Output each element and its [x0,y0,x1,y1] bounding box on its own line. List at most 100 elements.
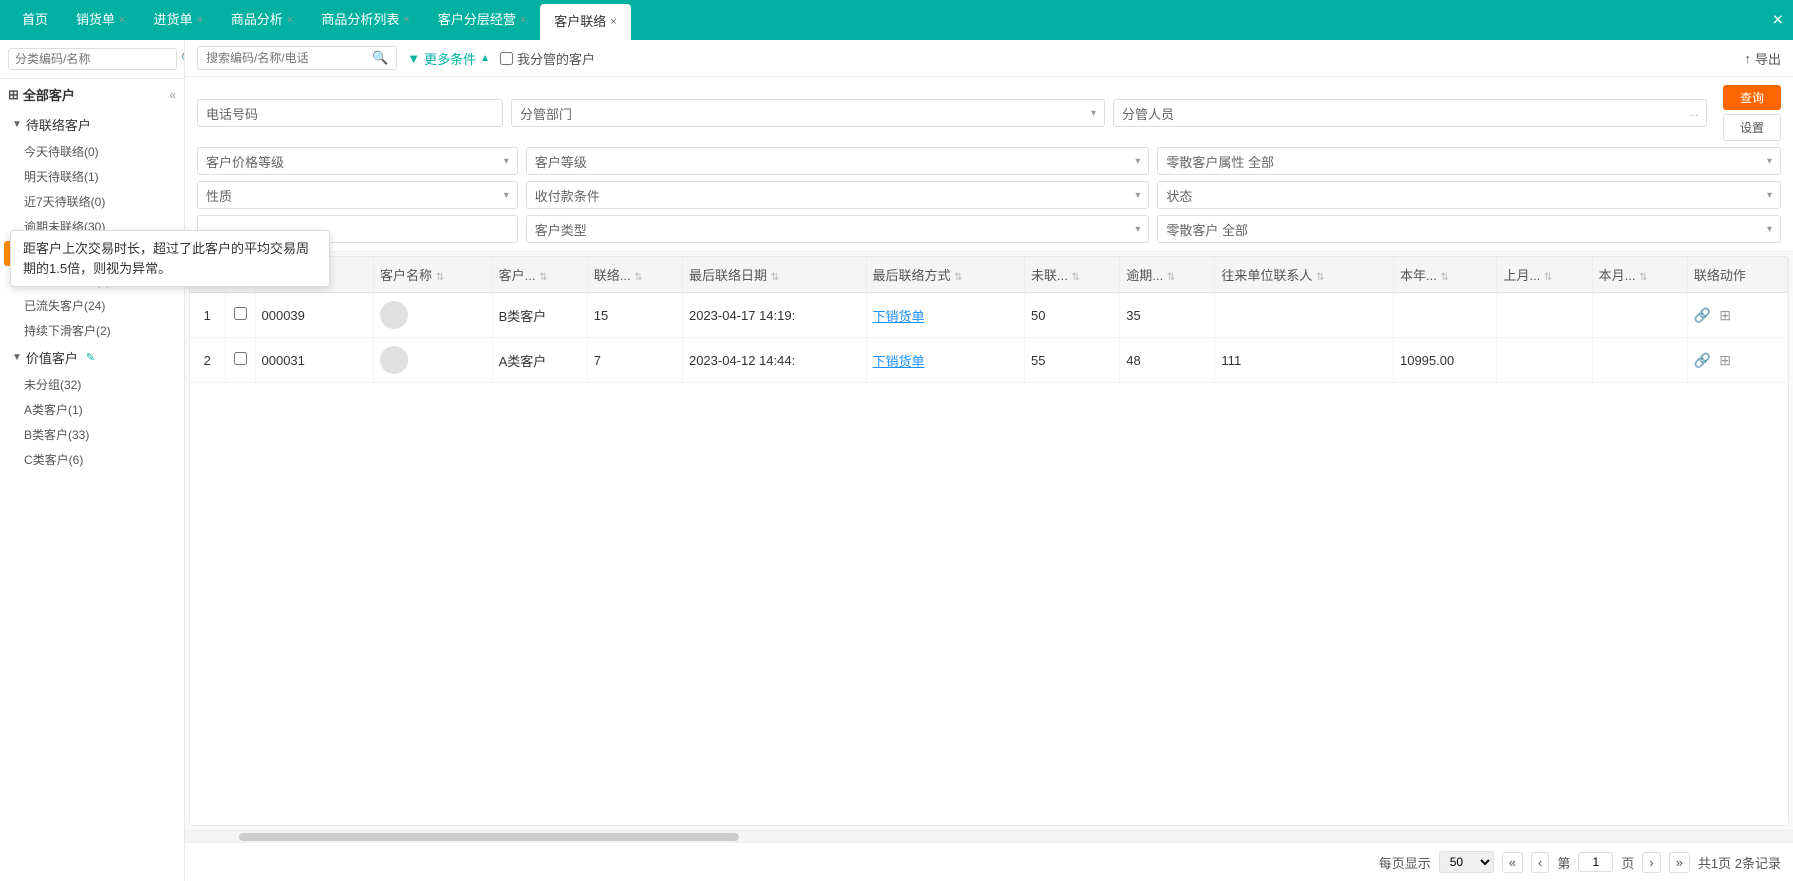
row1-grid-icon[interactable]: ⊞ [1719,307,1731,324]
sidebar-item-7days[interactable]: 近7天待联络(0) [0,189,184,214]
next-page-btn[interactable]: › [1642,852,1660,873]
sidebar-item-tomorrow[interactable]: 明天待联络(1) [0,164,184,189]
more-conditions-btn[interactable]: ▼ 更多条件 ▲ [407,49,490,68]
row2-cb[interactable] [225,338,255,383]
sidebar-item-b-class[interactable]: B类客户(33) [0,422,184,447]
nav-product-analysis-label: 商品分析 [231,0,283,40]
main-layout: 🔍 ⊞ 全部客户 « ▼ 待联络客户 今天待联络(0) 明天待联络(1) 近7天… [0,40,1793,881]
col-contact-person[interactable]: 往来单位联系人 ⇅ [1215,257,1394,293]
field-retail-attr[interactable]: 零散客户属性 全部 ▾ [1157,147,1781,175]
customer-type-label: 客户类型 [535,220,587,239]
content-area: 🔍 ▼ 更多条件 ▲ 我分管的客户 ↑ 导出 电话号码 [185,40,1793,881]
field-retail-customer[interactable]: 零散客户 全部 ▾ [1157,215,1781,243]
total-records: 共1页 2条记录 [1698,853,1781,872]
retail-attr-label: 零散客户属性 全部 [1166,152,1274,171]
export-button[interactable]: ↑ 导出 [1744,49,1781,68]
row2-checkbox[interactable] [234,352,247,365]
row1-last-date: 2023-04-17 14:19: [682,293,866,338]
sidebar-all-customers[interactable]: ⊞ 全部客户 « [0,79,184,110]
top-nav: 首页 销货单 × 进货单 × 商品分析 × 商品分析列表 × 客户分层经营 × … [0,0,1793,40]
col-this-year[interactable]: 本年... ⇅ [1393,257,1496,293]
search-icon-main[interactable]: 🔍 [372,50,388,66]
nav-home[interactable]: 首页 [8,0,62,40]
col-contact-count[interactable]: 联络... ⇅ [587,257,682,293]
sidebar-item-c-class[interactable]: C类客户(6) [0,447,184,472]
nav-customer-contact-close[interactable]: × [610,2,616,42]
field-customer-type[interactable]: 客户类型 ▾ [526,215,1150,243]
row2-avatar [380,346,408,374]
first-page-btn[interactable]: « [1502,852,1523,873]
row2-link-icon[interactable]: 🔗 [1694,352,1711,369]
col-this-month[interactable]: 本月... ⇅ [1592,257,1687,293]
row1-actions: 🔗 ⊞ [1687,293,1787,338]
search-input[interactable] [206,51,366,65]
sidebar-item-lost[interactable]: 已流失客户(24) [0,293,184,318]
col-contact-action[interactable]: 联络动作 [1687,257,1787,293]
row1-type: B类客户 [492,293,587,338]
col-customer-category[interactable]: 客户... ⇅ [492,257,587,293]
settings-button[interactable]: 设置 [1723,114,1781,141]
field-payment[interactable]: 收付款条件 ▾ [526,181,1150,209]
row1-method-link[interactable]: 下销货单 [873,309,925,324]
customer-level-arrow: ▾ [1135,156,1140,167]
nav-product-list[interactable]: 商品分析列表 × [307,0,423,40]
nav-product-analysis[interactable]: 商品分析 × [217,0,307,40]
horizontal-scrollbar[interactable] [185,830,1793,842]
retail-customer-label: 零散客户 全部 [1166,220,1248,239]
sidebar-group-pending-header[interactable]: ▼ 待联络客户 [0,110,184,139]
page-input[interactable] [1578,852,1613,872]
field-dept[interactable]: 分管部门 ▾ [511,99,1105,127]
prev-page-btn[interactable]: ‹ [1531,852,1549,873]
row1-checkbox[interactable] [234,307,247,320]
sidebar-item-ungrouped[interactable]: 未分组(32) [0,372,184,397]
row2-this-year: 10995.00 [1393,338,1496,383]
col-last-month[interactable]: 上月... ⇅ [1497,257,1592,293]
filter-icon: ▼ [407,51,420,66]
nav-purchase-order[interactable]: 进货单 × [139,0,216,40]
nav-sales-close[interactable]: × [119,0,125,40]
nav-sales-order[interactable]: 销货单 × [62,0,139,40]
my-customer-checkbox[interactable] [500,52,513,65]
export-icon: ↑ [1744,51,1751,66]
sidebar-collapse-icon[interactable]: « [169,88,176,102]
field-phone[interactable]: 电话号码 [197,99,503,127]
sidebar-search-input[interactable] [8,48,177,70]
sidebar-item-declining[interactable]: 持续下滑客户(2) [0,318,184,343]
row2-method-link[interactable]: 下销货单 [873,354,925,369]
nav-product-analysis-close[interactable]: × [287,0,293,40]
query-button[interactable]: 查询 [1723,85,1781,110]
sidebar-item-today[interactable]: 今天待联络(0) [0,139,184,164]
nature-arrow: ▾ [504,190,509,201]
sidebar-group-value-header[interactable]: ▼ 价值客户 ✎ [0,343,184,372]
field-customer-level[interactable]: 客户等级 ▾ [526,147,1150,175]
per-page-select[interactable]: 50 20 100 [1439,851,1494,873]
row1-name [374,293,493,338]
field-status[interactable]: 状态 ▾ [1157,181,1781,209]
sidebar-item-a-class[interactable]: A类客户(1) [0,397,184,422]
col-customer-name[interactable]: 客户名称 ⇅ [374,257,493,293]
row1-last-method: 下销货单 [866,293,1025,338]
row1-link-icon[interactable]: 🔗 [1694,307,1711,324]
nav-customer-tier-close[interactable]: × [520,0,526,40]
nav-product-list-close[interactable]: × [403,0,409,40]
col-overdue[interactable]: 逾期... ⇅ [1120,257,1215,293]
last-page-btn[interactable]: » [1669,852,1690,873]
row1-contact-person [1215,293,1394,338]
nav-customer-contact[interactable]: 客户联络 × [540,4,630,40]
field-manager[interactable]: 分管人员 ... [1113,99,1707,127]
edit-icon[interactable]: ✎ [86,351,95,364]
field-price-level[interactable]: 客户价格等级 ▾ [197,147,518,175]
nav-customer-tier[interactable]: 客户分层经营 × [424,0,540,40]
row2-grid-icon[interactable]: ⊞ [1719,352,1731,369]
row1-cb[interactable] [225,293,255,338]
col-last-contact-date[interactable]: 最后联络日期 ⇅ [682,257,866,293]
nav-purchase-close[interactable]: × [196,0,202,40]
window-close-button[interactable]: × [1772,10,1783,31]
filter-row-4: ... 客户类型 ▾ 零散客户 全部 ▾ [197,215,1781,243]
row2-contact-person: 111 [1215,338,1394,383]
row1-overdue: 35 [1120,293,1215,338]
h-scroll-thumb[interactable] [239,833,739,841]
col-last-contact-method[interactable]: 最后联络方式 ⇅ [866,257,1025,293]
field-nature[interactable]: 性质 ▾ [197,181,518,209]
col-uncontacted[interactable]: 未联... ⇅ [1025,257,1120,293]
